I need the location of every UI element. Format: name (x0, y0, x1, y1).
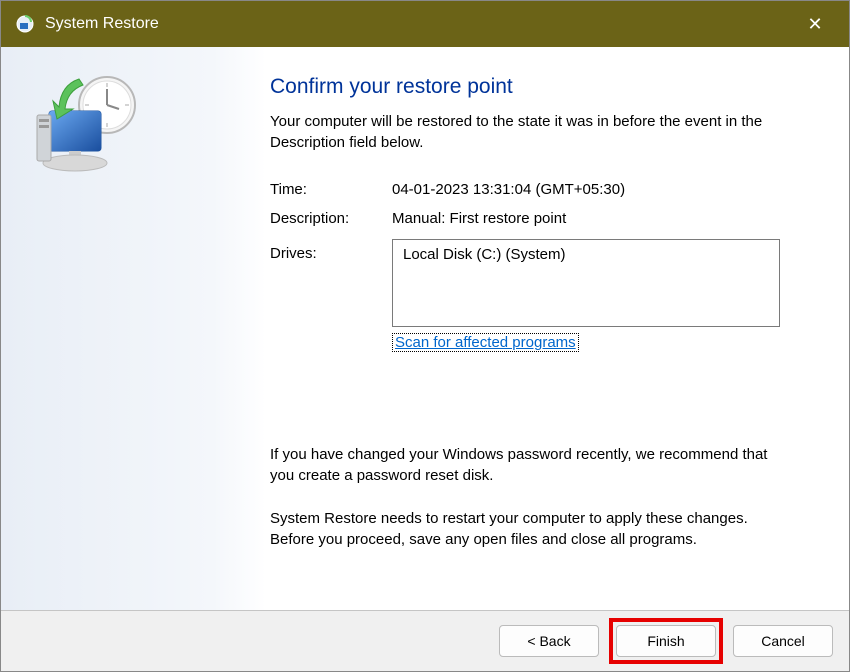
time-value: 04-01-2023 13:31:04 (GMT+05:30) (392, 181, 801, 198)
time-label: Time: (270, 181, 392, 198)
sidebar (1, 47, 266, 610)
finish-highlight: Finish (609, 618, 723, 664)
titlebar-title: System Restore (45, 15, 795, 33)
cancel-button[interactable]: Cancel (733, 625, 833, 657)
button-bar: < Back Finish Cancel (1, 611, 849, 671)
drive-item[interactable]: Local Disk (C:) (System) (403, 246, 769, 263)
scan-affected-programs-link[interactable]: Scan for affected programs (392, 333, 579, 352)
heading: Confirm your restore point (270, 75, 801, 99)
titlebar: System Restore ✕ (1, 1, 849, 47)
drives-list[interactable]: Local Disk (C:) (System) (392, 239, 780, 327)
close-button[interactable]: ✕ (795, 14, 835, 35)
system-restore-window: System Restore ✕ (0, 0, 850, 672)
back-button[interactable]: < Back (499, 625, 599, 657)
subheading: Your computer will be restored to the st… (270, 111, 780, 153)
finish-button[interactable]: Finish (616, 625, 716, 657)
description-label: Description: (270, 210, 392, 227)
description-value: Manual: First restore point (392, 210, 801, 227)
drives-label: Drives: (270, 239, 392, 262)
restart-warning-text: System Restore needs to restart your com… (270, 508, 780, 550)
content-area: Confirm your restore point Your computer… (1, 47, 849, 611)
main-panel: Confirm your restore point Your computer… (266, 47, 849, 610)
system-restore-illustration (19, 182, 149, 199)
password-warning-text: If you have changed your Windows passwor… (270, 444, 780, 486)
system-restore-icon (15, 14, 35, 34)
